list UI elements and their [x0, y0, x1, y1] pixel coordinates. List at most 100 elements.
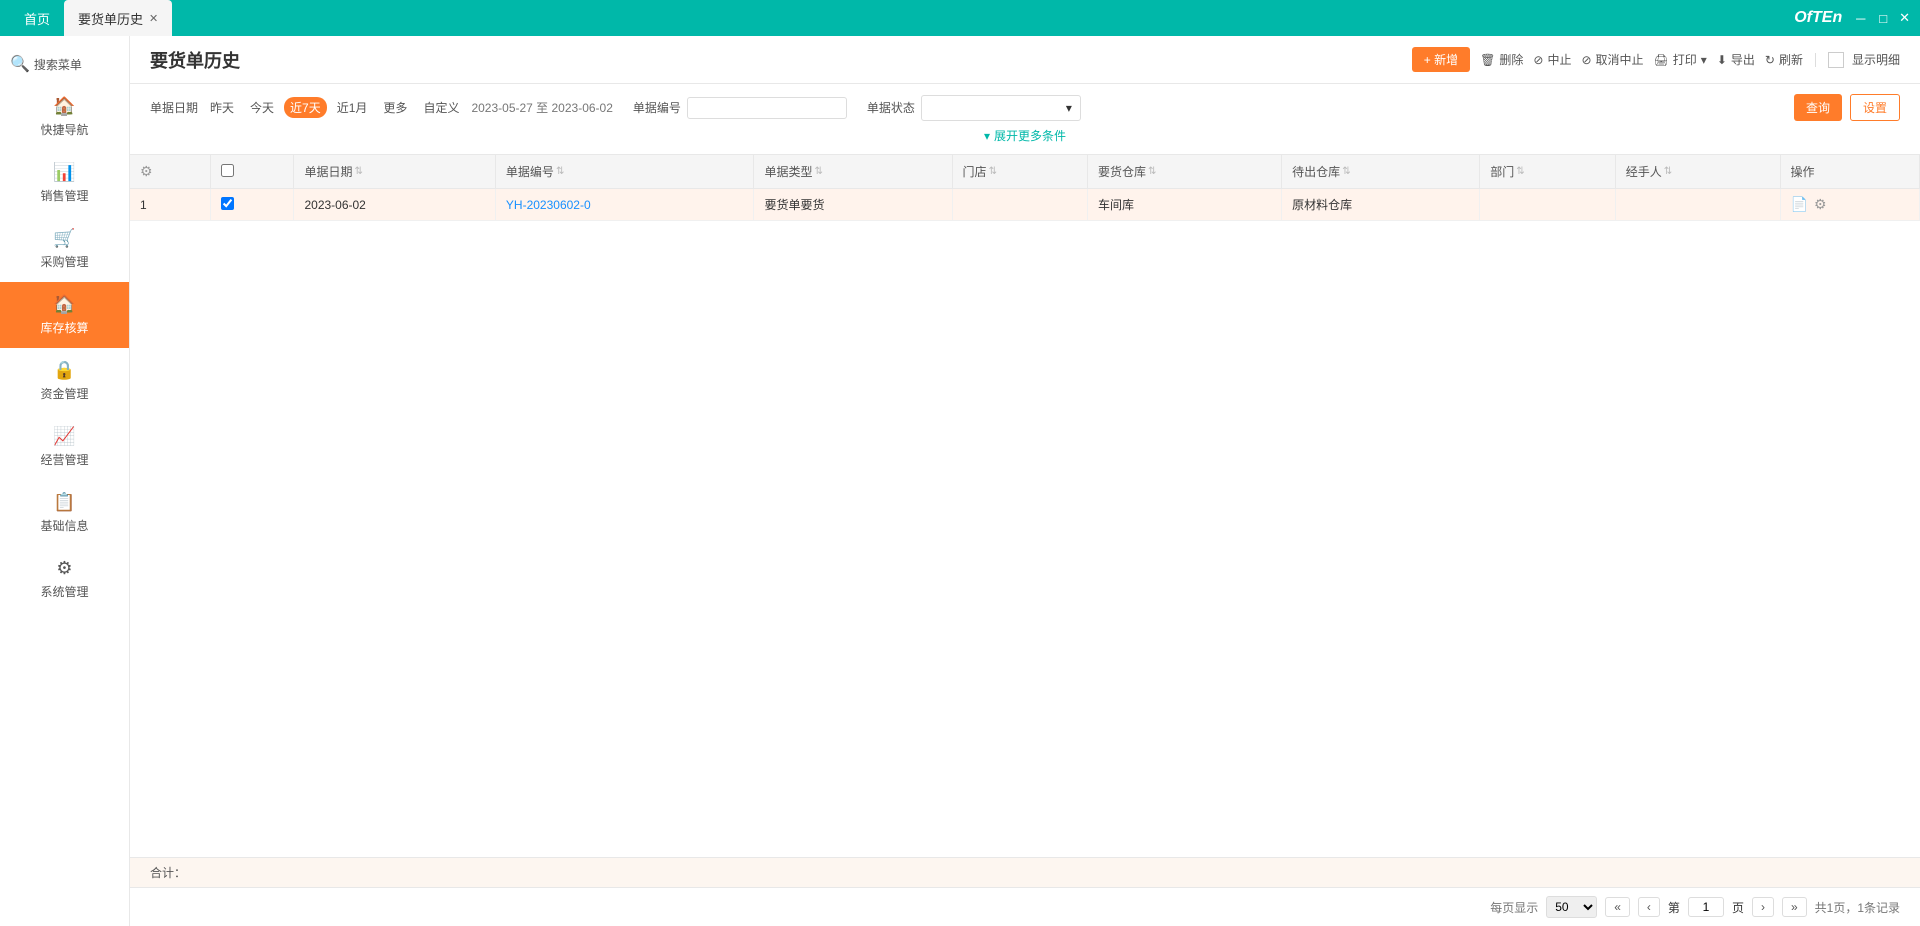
- th-doctype[interactable]: 单据类型 ⇅: [754, 155, 952, 189]
- show-detail-checkbox[interactable]: 显示明细: [1828, 51, 1900, 68]
- maximize-button[interactable]: □: [1879, 11, 1887, 26]
- sidebar-item-finance[interactable]: 🔒 资金管理: [0, 348, 129, 414]
- query-button[interactable]: 查询: [1794, 94, 1842, 121]
- tab-close-icon[interactable]: ✕: [149, 12, 158, 25]
- print-button[interactable]: 🖨 打印 ▾: [1654, 51, 1707, 68]
- prev-page-button[interactable]: ‹: [1638, 897, 1660, 917]
- sidebar-item-operations[interactable]: 📈 经营管理: [0, 414, 129, 480]
- cell-docno: YH-20230602-0: [495, 189, 754, 221]
- data-table: ⚙ 单据日期 ⇅ 单据编号: [130, 155, 1920, 221]
- refresh-icon: ↻: [1765, 53, 1775, 67]
- delete-button[interactable]: 🗑 删除: [1480, 51, 1523, 68]
- docno-filter-label: 单据编号: [633, 99, 681, 116]
- expand-label: 展开更多条件: [994, 127, 1066, 144]
- first-page-button[interactable]: «: [1605, 897, 1630, 917]
- table-row[interactable]: 1 2023-06-02 YH-20230602-0 要货单要货 车间库 原材料…: [130, 189, 1920, 221]
- sidebar-item-quick-nav[interactable]: 🏠 快捷导航: [0, 84, 129, 150]
- view-icon[interactable]: 📄: [1791, 196, 1808, 213]
- th-handler[interactable]: 经手人 ⇅: [1615, 155, 1780, 189]
- th-department[interactable]: 部门 ⇅: [1480, 155, 1615, 189]
- docno-filter-group: 单据编号: [633, 97, 847, 119]
- date-range-display: 2023-05-27 至 2023-06-02: [471, 99, 612, 116]
- home-icon: 🏠: [53, 96, 75, 117]
- date-btn-1month[interactable]: 近1月: [331, 97, 374, 118]
- print-icon: 🖨: [1654, 53, 1669, 67]
- th-docno[interactable]: 单据编号 ⇅: [495, 155, 754, 189]
- close-button[interactable]: ✕: [1899, 10, 1910, 26]
- date-filter-buttons: 昨天 今天 近7天 近1月 更多 自定义: [204, 97, 465, 118]
- new-button[interactable]: + 新增: [1412, 47, 1470, 72]
- cell-pending-warehouse: 原材料仓库: [1282, 189, 1480, 221]
- next-page-button[interactable]: ›: [1752, 897, 1774, 917]
- export-button[interactable]: ⬇ 导出: [1717, 51, 1755, 68]
- th-store[interactable]: 门店 ⇅: [952, 155, 1087, 189]
- cell-doctype: 要货单要货: [754, 189, 952, 221]
- sidebar-item-basic-info[interactable]: 📋 基础信息: [0, 480, 129, 546]
- date-btn-yesterday[interactable]: 昨天: [204, 97, 240, 118]
- search-icon: 🔍: [10, 54, 30, 74]
- sidebar-item-sales[interactable]: 📊 销售管理: [0, 150, 129, 216]
- cell-index: 1: [130, 189, 211, 221]
- sort-icon: ⇅: [1342, 166, 1350, 177]
- docno-filter-input[interactable]: [687, 97, 847, 119]
- sidebar-item-label: 资金管理: [40, 385, 88, 402]
- date-filter-label: 单据日期: [150, 99, 198, 116]
- page-input-label: 第: [1668, 899, 1680, 916]
- edit-icon[interactable]: ⚙: [1814, 196, 1827, 213]
- expand-icon: ▾: [984, 129, 990, 143]
- sidebar-item-label: 经营管理: [40, 451, 88, 468]
- th-pending-warehouse[interactable]: 待出仓库 ⇅: [1282, 155, 1480, 189]
- page-size-select[interactable]: 20 50 100: [1546, 896, 1597, 918]
- docno-link[interactable]: YH-20230602-0: [506, 198, 591, 212]
- filter-row: 单据日期 昨天 今天 近7天 近1月 更多 自定义 2023-05-27 至 2…: [150, 94, 1900, 121]
- sort-icon: ⇅: [1516, 166, 1524, 177]
- sidebar-item-label: 销售管理: [40, 187, 88, 204]
- date-btn-custom[interactable]: 自定义: [417, 97, 465, 118]
- page-title: 要货单历史: [150, 47, 240, 73]
- row-checkbox[interactable]: [221, 197, 234, 210]
- checkbox-icon: [1828, 52, 1844, 68]
- expand-more-button[interactable]: ▾ 展开更多条件: [150, 127, 1900, 144]
- pagination: 每页显示 20 50 100 « ‹ 第 页 › » 共1页，1条记录: [130, 887, 1920, 926]
- tab-requisition-history[interactable]: 要货单历史 ✕: [64, 0, 172, 36]
- status-select-arrow: ▾: [1066, 101, 1072, 115]
- summary-label: 合计：: [150, 866, 186, 880]
- date-filter-group: 单据日期 昨天 今天 近7天 近1月 更多 自定义 2023-05-27 至 2…: [150, 97, 613, 118]
- last-page-button[interactable]: »: [1782, 897, 1807, 917]
- date-btn-more[interactable]: 更多: [377, 97, 413, 118]
- settings-button[interactable]: 设置: [1850, 94, 1900, 121]
- page-header: 要货单历史 + 新增 🗑 删除 ⊘ 中止 ⊘ 取消中止 🖨 打印: [130, 36, 1920, 84]
- th-date[interactable]: 单据日期 ⇅: [294, 155, 495, 189]
- th-req-warehouse[interactable]: 要货仓库 ⇅: [1088, 155, 1282, 189]
- sidebar-item-inventory[interactable]: 🏠 库存核算: [0, 282, 129, 348]
- select-all-checkbox[interactable]: [221, 164, 234, 177]
- sort-icon: ⇅: [989, 166, 997, 177]
- sidebar-search[interactable]: 🔍 搜索菜单: [0, 44, 129, 84]
- date-btn-today[interactable]: 今天: [244, 97, 280, 118]
- sidebar-item-system[interactable]: ⚙ 系统管理: [0, 546, 129, 612]
- stop-icon: ⊘: [1533, 53, 1543, 67]
- stop-button[interactable]: ⊘ 中止: [1533, 51, 1571, 68]
- minimize-button[interactable]: －: [1854, 9, 1867, 28]
- sidebar-item-label: 快捷导航: [40, 121, 88, 138]
- table-area: ⚙ 单据日期 ⇅ 单据编号: [130, 155, 1920, 857]
- tab-home[interactable]: 首页: [10, 0, 64, 36]
- tab-label: 要货单历史: [78, 9, 143, 28]
- date-btn-7days[interactable]: 近7天: [284, 97, 327, 118]
- main-layout: 🔍 搜索菜单 🏠 快捷导航 📊 销售管理 🛒 采购管理 🏠 库存核算 🔒 资金管…: [0, 36, 1920, 926]
- table-header-row: ⚙ 单据日期 ⇅ 单据编号: [130, 155, 1920, 189]
- header-actions: + 新增 🗑 删除 ⊘ 中止 ⊘ 取消中止 🖨 打印 ▾: [1412, 47, 1900, 72]
- sidebar-item-purchase[interactable]: 🛒 采购管理: [0, 216, 129, 282]
- cell-checkbox: [211, 189, 294, 221]
- status-filter-select[interactable]: ▾: [921, 95, 1081, 121]
- table-settings-icon[interactable]: ⚙: [140, 163, 153, 179]
- cancel-stop-button[interactable]: ⊘ 取消中止: [1581, 51, 1643, 68]
- filter-bar: 单据日期 昨天 今天 近7天 近1月 更多 自定义 2023-05-27 至 2…: [130, 84, 1920, 155]
- page-input[interactable]: [1688, 897, 1724, 917]
- delete-icon: 🗑: [1480, 53, 1495, 67]
- cell-department: [1480, 189, 1615, 221]
- gear-icon: ⚙: [56, 558, 72, 579]
- refresh-button[interactable]: ↻ 刷新: [1765, 51, 1803, 68]
- sort-icon: ⇅: [556, 166, 564, 177]
- chart-icon: 📊: [53, 162, 75, 183]
